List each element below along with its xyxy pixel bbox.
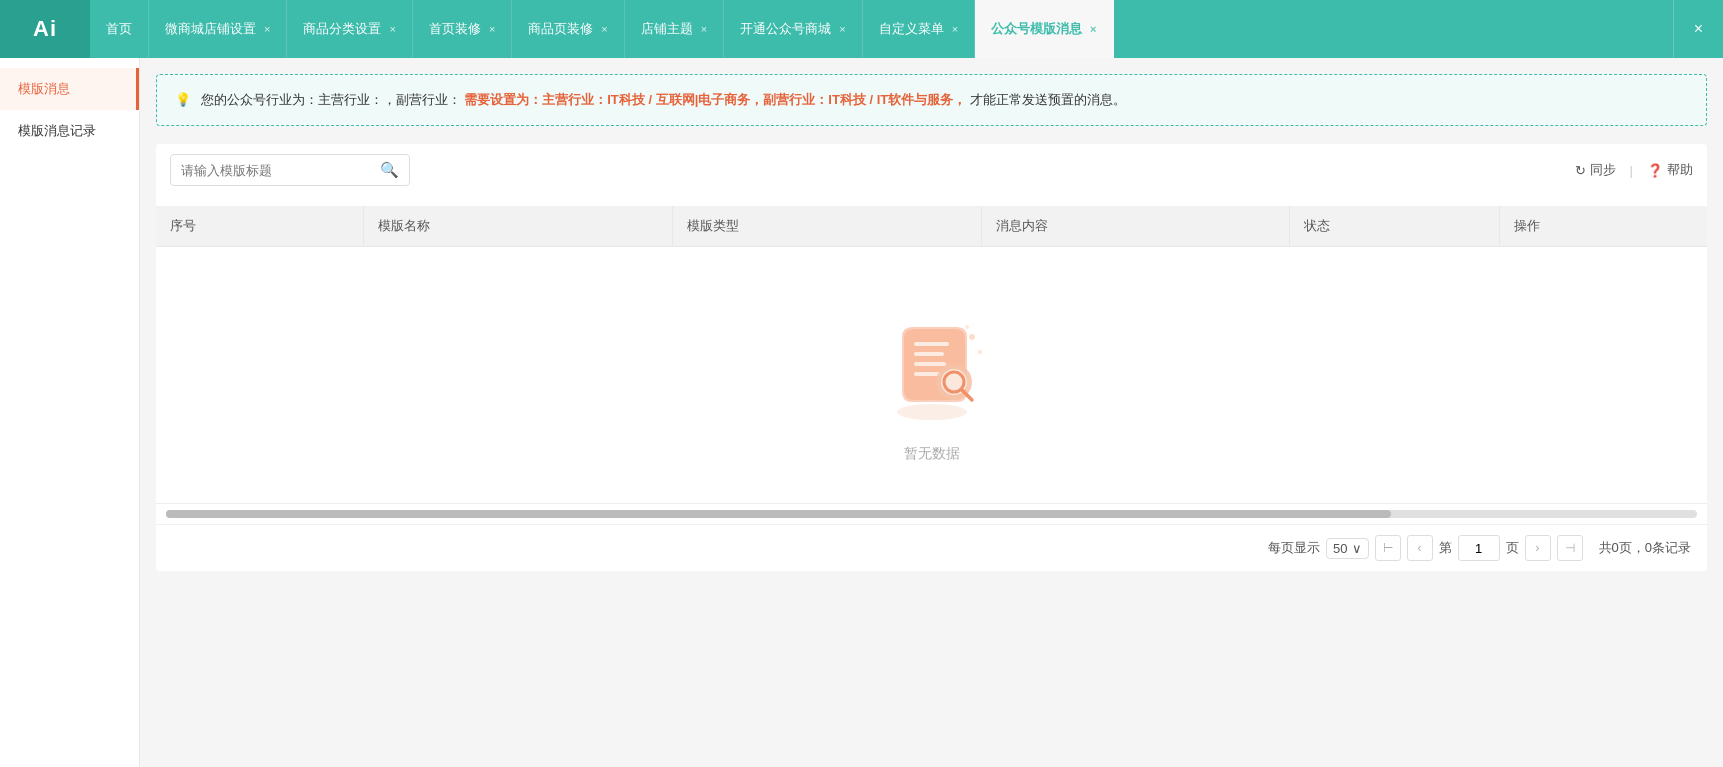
- help-label: 帮助: [1667, 161, 1693, 179]
- search-input[interactable]: [171, 157, 370, 184]
- nav-tab-theme[interactable]: 店铺主题×: [625, 0, 724, 58]
- svg-point-0: [897, 404, 967, 420]
- sidebar-item-template-record[interactable]: 模版消息记录: [0, 110, 139, 152]
- col-header-content: 消息内容: [981, 206, 1290, 247]
- col-header-type: 模版类型: [672, 206, 981, 247]
- nav-tab-homepage[interactable]: 首页装修×: [413, 0, 512, 58]
- notice-icon: 💡: [175, 92, 191, 107]
- notice-highlight: 需要设置为：主营行业：IT科技 / 互联网|电子商务，副营行业：IT科技 / I…: [464, 92, 966, 107]
- sync-button[interactable]: ↻ 同步: [1575, 161, 1616, 179]
- nav-tab-category[interactable]: 商品分类设置×: [287, 0, 412, 58]
- divider: |: [1630, 163, 1633, 178]
- main-layout: 模版消息模版消息记录 💡 您的公众号行业为：主营行业：，副营行业： 需要设置为：…: [0, 58, 1723, 767]
- close-tab-product-icon[interactable]: ×: [601, 23, 607, 35]
- last-page-button[interactable]: ⊣: [1557, 535, 1583, 561]
- data-table: 序号模版名称模版类型消息内容状态操作: [156, 206, 1707, 247]
- empty-text: 暂无数据: [904, 445, 960, 463]
- nav-tab-product[interactable]: 商品页装修×: [512, 0, 624, 58]
- sidebar-item-template-msg[interactable]: 模版消息: [0, 68, 139, 110]
- current-page-input[interactable]: [1458, 535, 1500, 561]
- close-all-button[interactable]: ×: [1673, 0, 1723, 58]
- per-page-chevron: ∨: [1352, 541, 1362, 556]
- col-header-name: 模版名称: [364, 206, 673, 247]
- nav-tab-home[interactable]: 首页: [90, 0, 149, 58]
- svg-point-9: [969, 334, 975, 340]
- toolbar: 🔍 ↻ 同步 | ❓ 帮助: [156, 144, 1707, 196]
- page-unit: 页: [1506, 539, 1519, 557]
- per-page-value: 50: [1333, 541, 1347, 556]
- page-label: 第: [1439, 539, 1452, 557]
- nav-tabs: 首页微商城店铺设置×商品分类设置×首页装修×商品页装修×店铺主题×开通公众号商城…: [90, 0, 1673, 58]
- svg-point-11: [965, 325, 969, 329]
- close-tab-template-icon[interactable]: ×: [1090, 23, 1096, 35]
- svg-rect-2: [914, 352, 944, 356]
- nav-tab-custommenu[interactable]: 自定义菜单×: [863, 0, 975, 58]
- empty-icon: [872, 307, 992, 427]
- col-header-action: 操作: [1499, 206, 1707, 247]
- content-area: 💡 您的公众号行业为：主营行业：，副营行业： 需要设置为：主营行业：IT科技 /…: [140, 58, 1723, 767]
- app-logo: Ai: [0, 0, 90, 58]
- empty-state: 暂无数据: [156, 247, 1707, 503]
- close-tab-theme-icon[interactable]: ×: [701, 23, 707, 35]
- help-button[interactable]: ❓ 帮助: [1647, 161, 1693, 179]
- scrollbar-thumb: [166, 510, 1391, 518]
- close-tab-official-icon[interactable]: ×: [839, 23, 845, 35]
- nav-tab-weshop[interactable]: 微商城店铺设置×: [149, 0, 287, 58]
- pagination: 每页显示 50 ∨ ⊢ ‹ 第 页 › ⊣ 共0页，0条记录: [156, 524, 1707, 571]
- search-button[interactable]: 🔍: [370, 155, 409, 185]
- prev-page-button[interactable]: ‹: [1407, 535, 1433, 561]
- next-page-button[interactable]: ›: [1525, 535, 1551, 561]
- page-total: 共0页，0条记录: [1599, 539, 1691, 557]
- per-page-label: 每页显示: [1268, 539, 1320, 557]
- nav-tab-template[interactable]: 公众号模版消息×: [975, 0, 1113, 58]
- close-tab-weshop-icon[interactable]: ×: [264, 23, 270, 35]
- scrollbar-area: [156, 503, 1707, 524]
- table-header-row: 序号模版名称模版类型消息内容状态操作: [156, 206, 1707, 247]
- sync-icon: ↻: [1575, 163, 1586, 178]
- sidebar: 模版消息模版消息记录: [0, 58, 140, 767]
- close-tab-category-icon[interactable]: ×: [389, 23, 395, 35]
- sync-label: 同步: [1590, 161, 1616, 179]
- help-icon: ❓: [1647, 163, 1663, 178]
- notice-suffix: 才能正常发送预置的消息。: [970, 92, 1126, 107]
- col-header-status: 状态: [1290, 206, 1500, 247]
- search-area: 🔍: [170, 154, 410, 186]
- per-page-select[interactable]: 50 ∨: [1326, 538, 1368, 559]
- notice-box: 💡 您的公众号行业为：主营行业：，副营行业： 需要设置为：主营行业：IT科技 /…: [156, 74, 1707, 126]
- notice-prefix: 您的公众号行业为：主营行业：，副营行业：: [201, 92, 461, 107]
- toolbar-right: ↻ 同步 | ❓ 帮助: [1575, 161, 1693, 179]
- close-tab-custommenu-icon[interactable]: ×: [952, 23, 958, 35]
- nav-tab-official[interactable]: 开通公众号商城×: [724, 0, 862, 58]
- svg-rect-1: [914, 342, 949, 346]
- svg-point-10: [978, 350, 982, 354]
- svg-rect-3: [914, 362, 946, 366]
- top-nav: Ai 首页微商城店铺设置×商品分类设置×首页装修×商品页装修×店铺主题×开通公众…: [0, 0, 1723, 58]
- scrollbar-track[interactable]: [166, 510, 1697, 518]
- col-header-index: 序号: [156, 206, 364, 247]
- close-tab-homepage-icon[interactable]: ×: [489, 23, 495, 35]
- first-page-button[interactable]: ⊢: [1375, 535, 1401, 561]
